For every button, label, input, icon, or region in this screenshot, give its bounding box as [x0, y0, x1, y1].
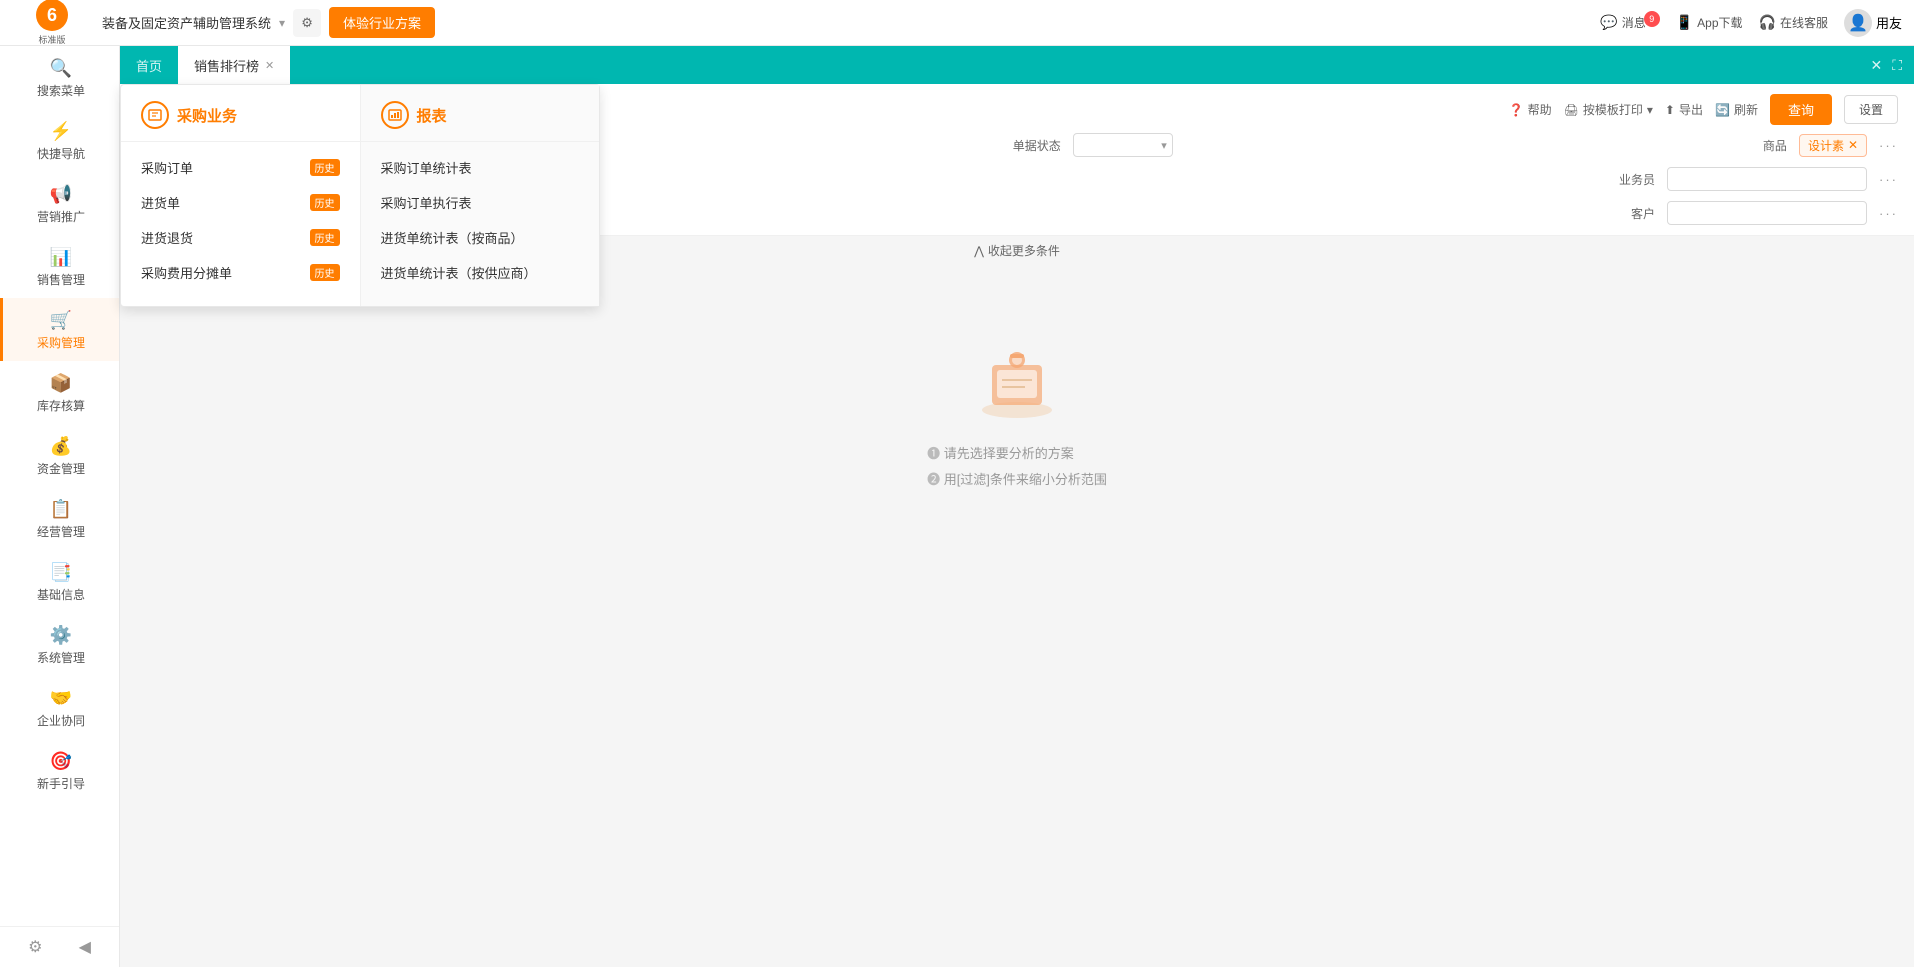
purchase-col-title: 采购业务: [177, 105, 237, 126]
report-col-icon: [381, 101, 409, 129]
dropdown-item-label-inbound-goods-stats: 进货单统计表（按商品）: [381, 228, 524, 247]
history-badge-expense: 历史: [310, 264, 340, 281]
dropdown-purchase-header: 采购业务: [121, 101, 360, 142]
dropdown-purchase-col: 采购业务 采购订单 历史 进货单 历史 进货退货 历史 采购费用分摊单 历史: [121, 85, 360, 306]
dropdown-item-order-stats[interactable]: 采购订单统计表: [361, 150, 600, 185]
dropdown-item-expense[interactable]: 采购费用分摊单 历史: [121, 255, 360, 290]
history-badge-return: 历史: [310, 229, 340, 246]
dropdown-item-label-return: 进货退货: [141, 228, 193, 247]
dropdown-item-order-exec[interactable]: 采购订单执行表: [361, 185, 600, 220]
dropdown-item-return[interactable]: 进货退货 历史: [121, 220, 360, 255]
dropdown-item-label-inbound: 进货单: [141, 193, 180, 212]
dropdown-report-header: 报表: [361, 101, 600, 142]
dropdown-item-inbound-goods-stats[interactable]: 进货单统计表（按商品）: [361, 220, 600, 255]
dropdown-menu: 采购业务 采购订单 历史 进货单 历史 进货退货 历史 采购费用分摊单 历史 报…: [120, 84, 600, 307]
dropdown-item-label-inbound-supplier-stats: 进货单统计表（按供应商）: [381, 263, 537, 282]
history-badge-purchase-order: 历史: [310, 159, 340, 176]
dropdown-item-label-order-exec: 采购订单执行表: [381, 193, 472, 212]
report-col-title: 报表: [417, 105, 447, 126]
dropdown-item-label-order-stats: 采购订单统计表: [381, 158, 472, 177]
dropdown-item-label-expense: 采购费用分摊单: [141, 263, 232, 282]
purchase-col-icon: [141, 101, 169, 129]
dropdown-item-purchase-order[interactable]: 采购订单 历史: [121, 150, 360, 185]
dropdown-item-label-purchase-order: 采购订单: [141, 158, 193, 177]
dropdown-report-col: 报表 采购订单统计表 采购订单执行表 进货单统计表（按商品） 进货单统计表（按供…: [360, 85, 600, 306]
dropdown-item-inbound-supplier-stats[interactable]: 进货单统计表（按供应商）: [361, 255, 600, 290]
dropdown-item-inbound[interactable]: 进货单 历史: [121, 185, 360, 220]
history-badge-inbound: 历史: [310, 194, 340, 211]
